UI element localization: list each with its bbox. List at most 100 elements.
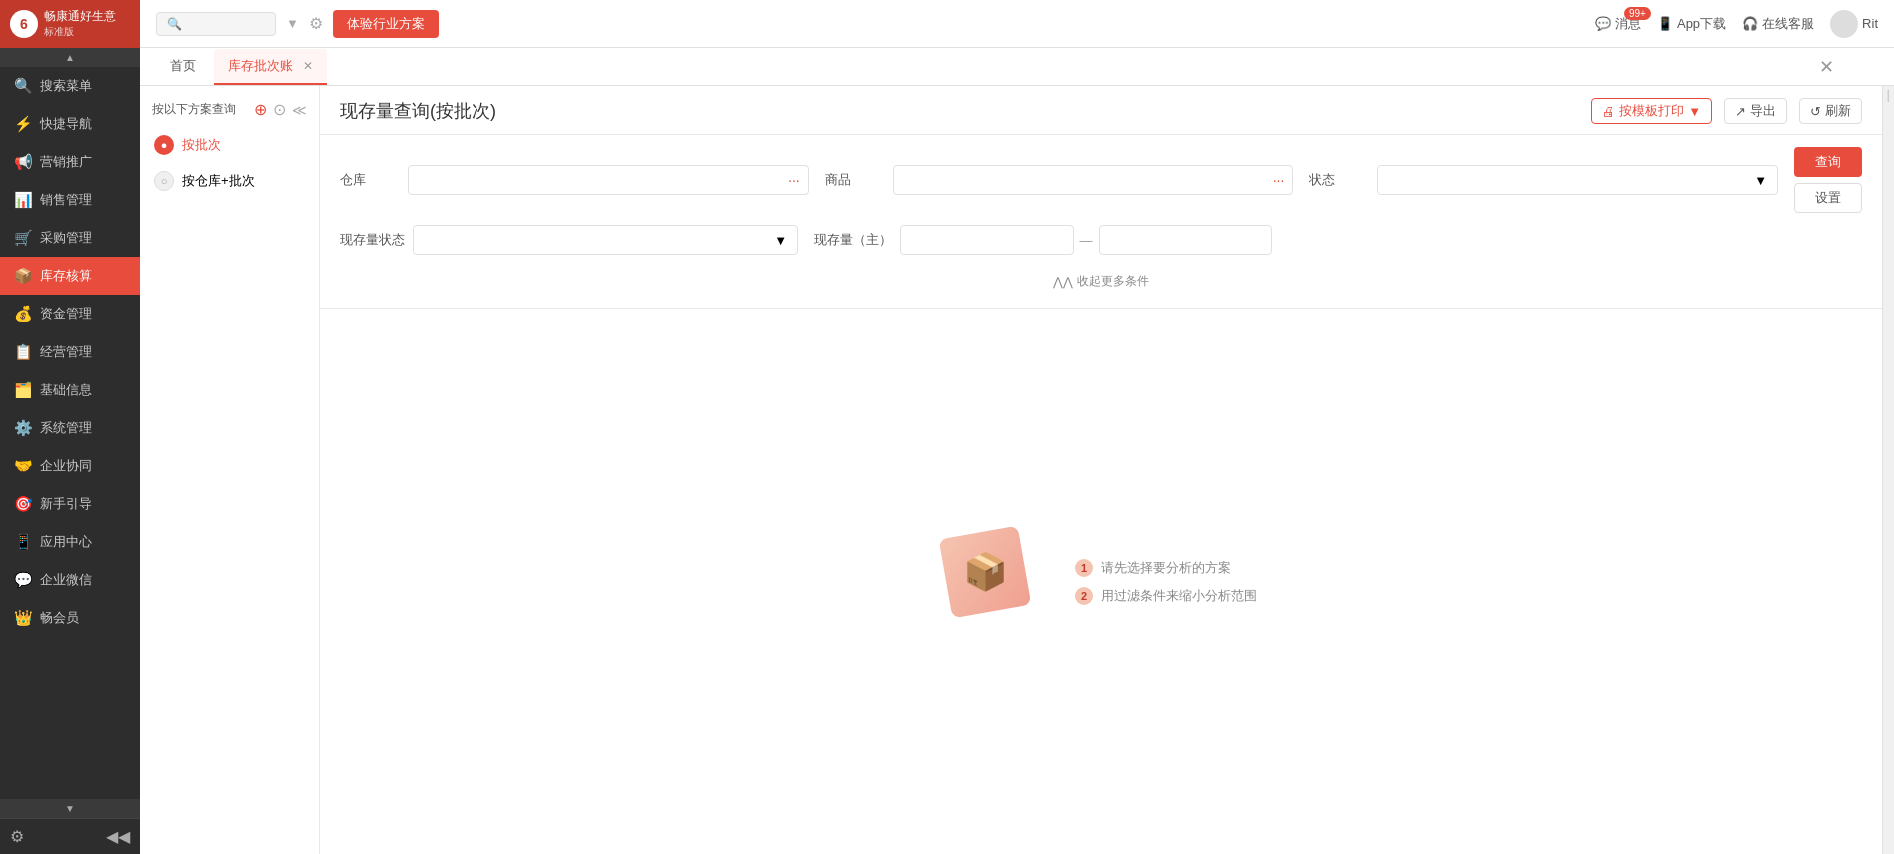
sidebar-item-app-center[interactable]: 📱 应用中心 (0, 523, 140, 561)
add-filter-icon[interactable]: ⊕ (254, 100, 267, 119)
purchase-icon: 🛒 (14, 229, 32, 247)
warehouse-more-icon[interactable]: ··· (788, 172, 800, 188)
topbar: 🔍 ▼ ⚙ 体验行业方案 💬 消息 99+ 📱 App下载 🎧 在线客服 (140, 0, 1894, 48)
sidebar-app-center-label: 应用中心 (40, 533, 92, 551)
message-icon: 💬 (1595, 16, 1611, 31)
filter-panel-icons: ⊕ ⊙ ≪ (254, 100, 307, 119)
try-industry-btn[interactable]: 体验行业方案 (333, 10, 439, 38)
dropdown-arrow-icon[interactable]: ▼ (286, 16, 299, 31)
query-btn[interactable]: 查询 (1794, 147, 1862, 177)
filter-settings-icon[interactable]: ⊙ (273, 100, 286, 119)
filter-warehouse-batch-label: 按仓库+批次 (182, 172, 255, 190)
export-btn[interactable]: ↗ 导出 (1724, 98, 1787, 124)
settings-btn[interactable]: 设置 (1794, 183, 1862, 213)
sidebar-item-newbie[interactable]: 🎯 新手引导 (0, 485, 140, 523)
empty-tips: 1 请先选择要分析的方案 2 用过滤条件来缩小分析范围 (1075, 559, 1257, 605)
sidebar-enterprise-label: 企业协同 (40, 457, 92, 475)
collapse-label: 收起更多条件 (1077, 273, 1149, 290)
filter-panel-title: 按以下方案查询 (152, 101, 236, 118)
topbar-search-icon: 🔍 (167, 17, 182, 31)
status-dropdown[interactable]: ▼ (1377, 165, 1778, 195)
sidebar-item-quick-nav[interactable]: ⚡ 快捷导航 (0, 105, 140, 143)
messages-btn[interactable]: 💬 消息 99+ (1595, 15, 1641, 33)
sidebar-item-search[interactable]: 🔍 搜索菜单 (0, 67, 140, 105)
product-input[interactable]: ··· (893, 165, 1294, 195)
app-logo: 6 (10, 10, 38, 38)
filter-option-batch[interactable]: ● 按批次 (140, 127, 319, 163)
sidebar-item-purchase[interactable]: 🛒 采购管理 (0, 219, 140, 257)
empty-tip-2: 2 用过滤条件来缩小分析范围 (1075, 587, 1257, 605)
print-btn[interactable]: 🖨 按模板打印 ▼ (1591, 98, 1712, 124)
sidebar-item-basics[interactable]: 🗂️ 基础信息 (0, 371, 140, 409)
sidebar-item-inventory[interactable]: 📦 库存核算 (0, 257, 140, 295)
print-icon: 🖨 (1602, 104, 1615, 119)
filter-option-warehouse-batch[interactable]: ○ 按仓库+批次 (140, 163, 319, 199)
sidebar-header: 6 畅康通好生意 标准版 (0, 0, 140, 48)
sidebar-item-marketing[interactable]: 📢 营销推广 (0, 143, 140, 181)
right-scrollbar[interactable]: │ (1882, 86, 1894, 854)
settings-icon[interactable]: ⚙ (10, 827, 24, 846)
inventory-icon: 📦 (14, 267, 32, 285)
tip-1-text: 请先选择要分析的方案 (1101, 559, 1231, 577)
export-label: 导出 (1750, 102, 1776, 120)
topbar-right: 💬 消息 99+ 📱 App下载 🎧 在线客服 Rit (1595, 10, 1878, 38)
sidebar-finance-label: 资金管理 (40, 305, 92, 323)
warehouse-label: 仓库 (340, 171, 400, 189)
tab-batch-account[interactable]: 库存批次账 ✕ (214, 49, 327, 85)
app-download-btn[interactable]: 📱 App下载 (1657, 15, 1726, 33)
sidebar-footer: ⚙ ◀◀ (0, 818, 140, 854)
app-center-icon: 📱 (14, 533, 32, 551)
scroll-up-arrow[interactable]: ▲ (0, 48, 140, 67)
empty-box-icon (939, 525, 1032, 618)
page-header-actions: 🖨 按模板打印 ▼ ↗ 导出 ↺ 刷新 (1591, 98, 1862, 124)
export-icon: ↗ (1735, 104, 1746, 119)
sidebar: 6 畅康通好生意 标准版 ▲ 🔍 搜索菜单 ⚡ 快捷导航 📢 营销推广 📊 销售… (0, 0, 140, 854)
member-icon: 👑 (14, 609, 32, 627)
scroll-down-arrow[interactable]: ▼ (0, 799, 140, 818)
headset-icon: 🎧 (1742, 16, 1758, 31)
tab-home[interactable]: 首页 (156, 49, 210, 85)
page-header: 现存量查询(按批次) 🖨 按模板打印 ▼ ↗ 导出 ↺ (320, 86, 1882, 135)
tab-close-btn[interactable]: ✕ (303, 59, 313, 73)
finance-icon: 💰 (14, 305, 32, 323)
refresh-btn[interactable]: ↺ 刷新 (1799, 98, 1862, 124)
user-profile-btn[interactable]: Rit (1830, 10, 1878, 38)
filter-row-2: 现存量状态 ▼ 现存量（主） — (340, 225, 1862, 255)
app-download-label: App下载 (1677, 15, 1726, 33)
close-panel-btn[interactable]: ✕ (1819, 56, 1834, 78)
inventory-qty-from[interactable] (900, 225, 1074, 255)
print-dropdown-icon[interactable]: ▼ (1688, 104, 1701, 119)
warehouse-input[interactable]: ··· (408, 165, 809, 195)
inventory-qty-to[interactable] (1099, 225, 1273, 255)
settings-gear-icon[interactable]: ⚙ (309, 14, 323, 33)
marketing-icon: 📢 (14, 153, 32, 171)
app-edition: 标准版 (44, 25, 116, 39)
action-buttons: 查询 设置 (1794, 147, 1862, 213)
collapse-more-btn[interactable]: ⋀⋀ 收起更多条件 (340, 267, 1862, 296)
sidebar-item-enterprise[interactable]: 🤝 企业协同 (0, 447, 140, 485)
filter-row-1: 仓库 ··· 商品 ··· 状态 (340, 147, 1862, 213)
sidebar-item-operations[interactable]: 📋 经营管理 (0, 333, 140, 371)
sidebar-item-sales[interactable]: 📊 销售管理 (0, 181, 140, 219)
sidebar-item-member[interactable]: 👑 畅会员 (0, 599, 140, 637)
collapse-up-icon: ⋀⋀ (1053, 275, 1073, 289)
status-dropdown-icon: ▼ (1754, 173, 1767, 188)
tabs-bar: 首页 库存批次账 ✕ ✕ (140, 48, 1894, 86)
sidebar-item-system[interactable]: ⚙️ 系统管理 (0, 409, 140, 447)
filter-collapse-icon[interactable]: ≪ (292, 102, 307, 118)
online-service-btn[interactable]: 🎧 在线客服 (1742, 15, 1814, 33)
sidebar-item-wechat[interactable]: 💬 企业微信 (0, 561, 140, 599)
quick-nav-icon: ⚡ (14, 115, 32, 133)
inventory-status-label: 现存量状态 (340, 231, 405, 249)
topbar-search-box[interactable]: 🔍 (156, 12, 276, 36)
sidebar-item-finance[interactable]: 💰 资金管理 (0, 295, 140, 333)
phone-icon: 📱 (1657, 16, 1673, 31)
inventory-status-dropdown[interactable]: ▼ (413, 225, 798, 255)
scrollbar-thumb[interactable]: │ (1881, 86, 1894, 105)
product-more-icon[interactable]: ··· (1273, 172, 1285, 188)
range-dash: — (1080, 233, 1093, 248)
collapse-sidebar-icon[interactable]: ◀◀ (106, 827, 130, 846)
filter-batch-label: 按批次 (182, 136, 221, 154)
sidebar-system-label: 系统管理 (40, 419, 92, 437)
print-label: 按模板打印 (1619, 102, 1684, 120)
